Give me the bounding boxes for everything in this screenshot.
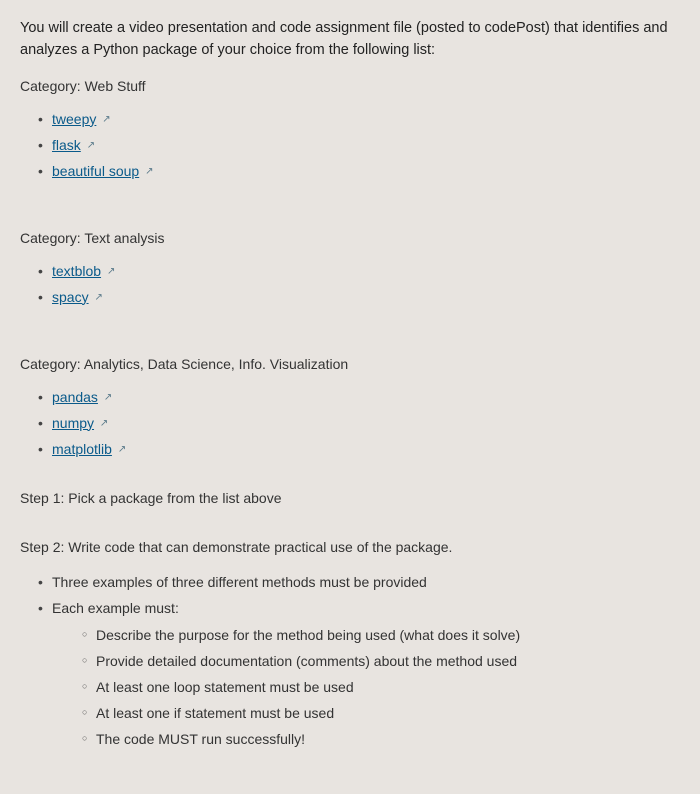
sub-list-item: At least one loop statement must be used xyxy=(82,677,680,698)
external-link-icon: ↗ xyxy=(94,290,102,305)
list-item: tweepy ↗ xyxy=(38,109,680,130)
step-1-heading: Step 1: Pick a package from the list abo… xyxy=(20,488,680,509)
list-item: numpy ↗ xyxy=(38,413,680,434)
package-link-numpy[interactable]: numpy xyxy=(52,415,94,431)
external-link-icon: ↗ xyxy=(145,164,153,179)
list-item: textblob ↗ xyxy=(38,261,680,282)
external-link-icon: ↗ xyxy=(107,264,115,279)
external-link-icon: ↗ xyxy=(100,416,108,431)
list-item: flask ↗ xyxy=(38,135,680,156)
package-link-beautifulsoup[interactable]: beautiful soup xyxy=(52,163,139,179)
step2-bullets: Three examples of three different method… xyxy=(20,572,680,750)
external-link-icon: ↗ xyxy=(102,112,110,127)
list-item: matplotlib ↗ xyxy=(38,439,680,460)
package-link-spacy[interactable]: spacy xyxy=(52,289,89,305)
category-heading: Category: Analytics, Data Science, Info.… xyxy=(20,354,680,375)
step2-subbullets: Describe the purpose for the method bein… xyxy=(52,625,680,750)
sub-list-item: At least one if statement must be used xyxy=(82,703,680,724)
external-link-icon: ↗ xyxy=(87,138,95,153)
category-heading: Category: Web Stuff xyxy=(20,76,680,97)
package-link-flask[interactable]: flask xyxy=(52,137,81,153)
list-item: beautiful soup ↗ xyxy=(38,161,680,182)
link-list: pandas ↗ numpy ↗ matplotlib ↗ xyxy=(20,387,680,460)
list-item: pandas ↗ xyxy=(38,387,680,408)
package-link-pandas[interactable]: pandas xyxy=(52,389,98,405)
category-heading: Category: Text analysis xyxy=(20,228,680,249)
sub-list-item: Describe the purpose for the method bein… xyxy=(82,625,680,646)
link-list: tweepy ↗ flask ↗ beautiful soup ↗ xyxy=(20,109,680,182)
sub-list-item: The code MUST run successfully! xyxy=(82,729,680,750)
package-link-matplotlib[interactable]: matplotlib xyxy=(52,441,112,457)
external-link-icon: ↗ xyxy=(118,442,126,457)
link-list: textblob ↗ spacy ↗ xyxy=(20,261,680,308)
list-item: Three examples of three different method… xyxy=(38,572,680,593)
intro-text: You will create a video presentation and… xyxy=(20,18,680,62)
list-item-label: Each example must: xyxy=(52,600,179,616)
step-2-heading: Step 2: Write code that can demonstrate … xyxy=(20,537,680,558)
sub-list-item: Provide detailed documentation (comments… xyxy=(82,651,680,672)
package-link-textblob[interactable]: textblob xyxy=(52,263,101,279)
list-item: spacy ↗ xyxy=(38,287,680,308)
package-link-tweepy[interactable]: tweepy xyxy=(52,111,96,127)
list-item: Each example must: Describe the purpose … xyxy=(38,598,680,750)
external-link-icon: ↗ xyxy=(104,390,112,405)
